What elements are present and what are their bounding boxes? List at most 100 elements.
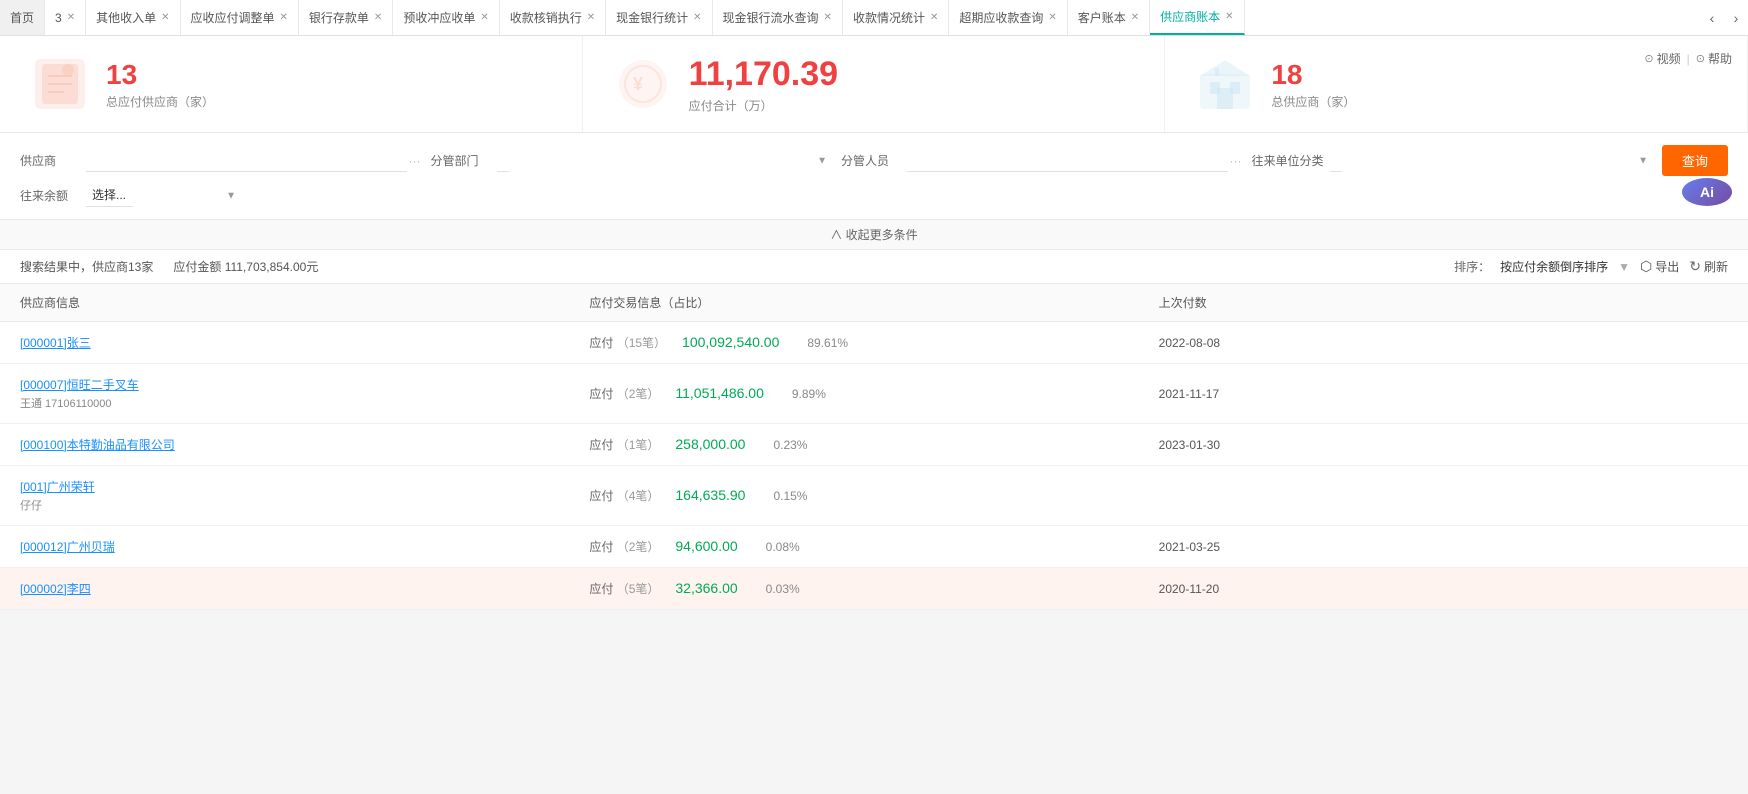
person-input[interactable]: [907, 149, 1228, 172]
supplier-link-4[interactable]: [001]广州荣轩: [20, 478, 589, 495]
nav-supplier-ledger[interactable]: 供应商账本 ✕: [1150, 0, 1244, 35]
nav-supplier-ledger-label: 供应商账本: [1160, 8, 1220, 25]
nav-receipt-verify[interactable]: 收款核销执行 ✕: [500, 0, 606, 35]
nav-ar-ap-adjust-label: 应收应付调整单: [191, 9, 275, 26]
date-5: 2021-03-25: [1159, 540, 1220, 554]
help-link[interactable]: 帮助: [1708, 50, 1732, 67]
dept-select-wrapper: ▼: [497, 149, 832, 172]
dept-chevron-icon: ▼: [817, 155, 827, 166]
nav-home[interactable]: 首页: [0, 0, 45, 35]
nav-overdue-ar[interactable]: 超期应收款查询 ✕: [949, 0, 1067, 35]
nav-cash-bank-stat-close[interactable]: ✕: [693, 12, 701, 23]
sort-label: 排序：: [1454, 258, 1490, 275]
total-suppliers-number: 18: [1271, 58, 1355, 92]
nav-cash-bank-stat-label: 现金银行统计: [616, 9, 688, 26]
last-payment-5: 2021-03-25: [1159, 540, 1728, 554]
ai-badge[interactable]: Ai: [1682, 178, 1732, 206]
nav-overdue-ar-close[interactable]: ✕: [1048, 12, 1056, 23]
nav-tab3[interactable]: 3 ✕: [45, 0, 86, 35]
refresh-label: 刷新: [1704, 258, 1728, 275]
export-label: 导出: [1655, 258, 1679, 275]
nav-cash-bank-query[interactable]: 现金银行流水查询 ✕: [713, 0, 843, 35]
date-1: 2022-08-08: [1159, 336, 1220, 350]
balance-select[interactable]: 选择...: [86, 184, 133, 207]
supplier-label: 供应商: [20, 152, 80, 169]
transaction-label-4: 应付 （4笔）: [589, 487, 659, 504]
supplier-sub-2: 王通 17106110000: [20, 395, 589, 411]
nav-receipt-stat-close[interactable]: ✕: [930, 12, 938, 23]
nav-prev-arrow[interactable]: ‹: [1700, 0, 1724, 36]
search-button[interactable]: 查询: [1662, 145, 1728, 176]
supplier-info-5: [000012]广州贝瑞: [20, 538, 589, 555]
nav-customer-ledger[interactable]: 客户账本 ✕: [1068, 0, 1150, 35]
supplier-info-3: [000100]本特勤油品有限公司: [20, 436, 589, 453]
nav-bank-deposit[interactable]: 银行存款单 ✕: [299, 0, 393, 35]
svg-text:¥: ¥: [633, 74, 643, 94]
amount-value-6[interactable]: 32,366.00: [675, 580, 737, 596]
last-payment-2: 2021-11-17: [1159, 387, 1728, 401]
nav-bank-deposit-label: 银行存款单: [309, 9, 369, 26]
dept-select[interactable]: [497, 149, 509, 172]
nav-supplier-ledger-close[interactable]: ✕: [1225, 11, 1233, 22]
payable-suppliers-label: 总应付供应商（家）: [106, 93, 214, 110]
nav-ar-ap-adjust-close[interactable]: ✕: [280, 12, 288, 23]
nav-other-income-label: 其他收入单: [96, 9, 156, 26]
person-label: 分管人员: [841, 152, 901, 169]
supplier-info-4: [001]广州荣轩 仔仔: [20, 478, 589, 513]
amount-value-4[interactable]: 164,635.90: [675, 487, 745, 503]
last-payment-6: 2020-11-20: [1159, 582, 1728, 596]
payable-suppliers-icon: [30, 54, 90, 114]
amount-percent-6: 0.03%: [766, 582, 800, 596]
payable-amount-icon: ¥: [613, 54, 673, 114]
transaction-label-2: 应付 （2笔）: [589, 385, 659, 402]
refresh-button[interactable]: ↻ 刷新: [1689, 258, 1728, 275]
nav-prepay-ar-close[interactable]: ✕: [480, 12, 488, 23]
person-dots[interactable]: ···: [1230, 154, 1242, 168]
transaction-info-3: 应付 （1笔） 258,000.00 0.23%: [589, 436, 1158, 453]
header-transaction: 应付交易信息（占比）: [589, 294, 1158, 311]
balance-select-wrapper: 选择... ▼: [86, 184, 240, 207]
filter-row-2: 往来余额 选择... ▼: [20, 184, 1728, 207]
supplier-link-6[interactable]: [000002]李四: [20, 580, 589, 597]
transaction-info-6: 应付 （5笔） 32,366.00 0.03%: [589, 580, 1158, 597]
refresh-icon: ↻: [1689, 258, 1701, 275]
summary-payable-suppliers: 13 总应付供应商（家）: [0, 36, 583, 132]
supplier-info-6: [000002]李四: [20, 580, 589, 597]
supplier-input[interactable]: [86, 149, 407, 172]
nav-overdue-ar-label: 超期应收款查询: [959, 9, 1043, 26]
nav-tab3-close[interactable]: ✕: [67, 12, 75, 23]
export-button[interactable]: ⬡ 导出: [1640, 258, 1679, 275]
nav-bank-deposit-close[interactable]: ✕: [374, 12, 382, 23]
nav-receipt-stat[interactable]: 收款情况统计 ✕: [843, 0, 949, 35]
supplier-dots[interactable]: ···: [409, 154, 421, 168]
amount-percent-5: 0.08%: [766, 540, 800, 554]
supplier-link-5[interactable]: [000012]广州贝瑞: [20, 538, 589, 555]
supplier-sub-4: 仔仔: [20, 497, 589, 513]
amount-value-5[interactable]: 94,600.00: [675, 538, 737, 554]
table-container: 供应商信息 应付交易信息（占比） 上次付数 [000001]张三 应付 （15笔…: [0, 284, 1748, 610]
supplier-link-3[interactable]: [000100]本特勤油品有限公司: [20, 436, 589, 453]
nav-cash-bank-stat[interactable]: 现金银行统计 ✕: [606, 0, 712, 35]
video-link[interactable]: 视频: [1657, 50, 1681, 67]
nav-receipt-verify-close[interactable]: ✕: [587, 12, 595, 23]
nav-ar-ap-adjust[interactable]: 应收应付调整单 ✕: [181, 0, 299, 35]
collapse-bar[interactable]: ∧ 收起更多条件: [0, 220, 1748, 250]
transaction-info-5: 应付 （2笔） 94,600.00 0.08%: [589, 538, 1158, 555]
amount-value-3[interactable]: 258,000.00: [675, 436, 745, 452]
nav-next-arrow[interactable]: ›: [1724, 0, 1748, 36]
nav-customer-ledger-close[interactable]: ✕: [1131, 12, 1139, 23]
filter-category: 往来单位分类 ▼: [1252, 149, 1653, 172]
nav-prepay-ar[interactable]: 预收冲应收单 ✕: [393, 0, 499, 35]
supplier-link-1[interactable]: [000001]张三: [20, 334, 589, 351]
table-row: [000002]李四 应付 （5笔） 32,366.00 0.03% 2020-…: [0, 568, 1748, 610]
top-right-links: ⊙ 视频 | ⊙ 帮助: [1644, 50, 1732, 67]
amount-value-2[interactable]: 11,051,486.00: [675, 385, 764, 401]
sort-value[interactable]: 按应付余额倒序排序: [1500, 258, 1608, 275]
amount-value-1[interactable]: 100,092,540.00: [682, 334, 779, 350]
nav-other-income[interactable]: 其他收入单 ✕: [86, 0, 180, 35]
supplier-link-2[interactable]: [000007]恒旺二手叉车: [20, 376, 589, 393]
nav-cash-bank-query-close[interactable]: ✕: [824, 12, 832, 23]
nav-other-income-close[interactable]: ✕: [161, 12, 169, 23]
category-select[interactable]: [1330, 149, 1342, 172]
date-3: 2023-01-30: [1159, 438, 1220, 452]
